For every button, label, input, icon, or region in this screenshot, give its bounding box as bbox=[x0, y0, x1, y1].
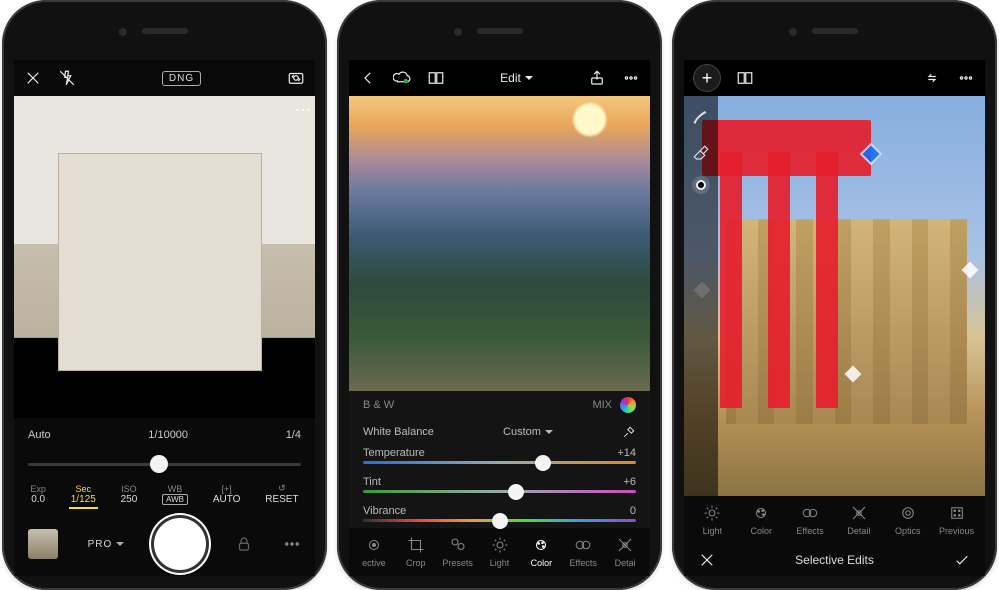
edit-topbar: Edit bbox=[349, 60, 650, 96]
control-tint: Tint+6 bbox=[349, 470, 650, 490]
tool-presets[interactable]: Presets bbox=[437, 533, 479, 570]
camera-topbar: DNG bbox=[14, 60, 315, 96]
mask-overlay-toggle-icon[interactable] bbox=[696, 180, 706, 190]
lock-icon[interactable] bbox=[235, 535, 253, 553]
param-iso[interactable]: ISO250 bbox=[119, 480, 140, 509]
param-[interactable]: [+]AUTO bbox=[211, 480, 243, 509]
white-balance-row: White Balance Custom bbox=[349, 419, 650, 441]
tab-mix[interactable]: MIX bbox=[592, 399, 612, 411]
slider-vibrance[interactable] bbox=[349, 519, 650, 528]
param-exp[interactable]: Exp0.0 bbox=[28, 480, 48, 509]
color-subtabs: B & W MIX bbox=[349, 391, 650, 419]
tool-color[interactable]: Color bbox=[737, 501, 786, 538]
param-sec[interactable]: Sec1/125 bbox=[69, 480, 98, 509]
undo-redo-icon[interactable] bbox=[923, 69, 941, 87]
brush-icon[interactable] bbox=[692, 108, 710, 126]
flash-off-icon[interactable] bbox=[58, 69, 76, 87]
selective-icon bbox=[364, 535, 384, 555]
effects-icon bbox=[800, 503, 820, 523]
selective-title: Selective Edits bbox=[795, 553, 874, 567]
tool-effects[interactable]: Effects bbox=[562, 533, 604, 570]
eyedropper-icon[interactable] bbox=[622, 425, 636, 439]
brush-sidepanel bbox=[684, 96, 718, 496]
exposure-readout: Auto 1/10000 1/4 bbox=[14, 418, 315, 452]
detail-icon bbox=[849, 503, 869, 523]
brush-mask-overlay bbox=[816, 152, 838, 408]
share-icon[interactable] bbox=[588, 69, 606, 87]
cloud-sync-icon[interactable] bbox=[393, 69, 411, 87]
shutter-readout: 1/10000 bbox=[148, 429, 188, 441]
slider-tint[interactable] bbox=[349, 490, 650, 499]
wb-label: White Balance bbox=[363, 426, 434, 438]
confirm-icon[interactable] bbox=[953, 551, 971, 569]
auto-label[interactable]: Auto bbox=[28, 429, 51, 441]
tool-color[interactable]: Color bbox=[520, 533, 562, 570]
selective-toolbar: LightColorEffectsDetailOpticsPrevious bbox=[684, 496, 985, 544]
color-icon bbox=[531, 535, 551, 555]
tool-light[interactable]: Light bbox=[688, 501, 737, 538]
param-[interactable]: ↺RESET bbox=[263, 479, 300, 509]
wb-value-dropdown[interactable]: Custom bbox=[503, 426, 553, 438]
crop-icon bbox=[406, 535, 426, 555]
eraser-icon[interactable] bbox=[692, 144, 710, 162]
compare-icon[interactable] bbox=[736, 69, 754, 87]
tool-selective[interactable]: ective bbox=[353, 533, 395, 570]
tool-optics[interactable]: Optics bbox=[883, 501, 932, 538]
edit-preview[interactable] bbox=[349, 96, 650, 391]
phone-edit-color: Edit B & W MIX White Balance Custom bbox=[337, 0, 662, 590]
slider-temperature[interactable] bbox=[349, 461, 650, 470]
edit-toolbar: ectiveCropPresetsLightColorEffectsDetai bbox=[349, 528, 650, 576]
param-wb[interactable]: WBAWB bbox=[160, 480, 190, 509]
optics-icon bbox=[898, 503, 918, 523]
viewfinder-more-icon[interactable]: ⋮ bbox=[297, 102, 307, 116]
format-badge[interactable]: DNG bbox=[162, 71, 201, 86]
mode-selector[interactable]: PRO bbox=[88, 539, 125, 550]
tool-previous[interactable]: Previous bbox=[932, 501, 981, 538]
shutter-button[interactable] bbox=[154, 518, 206, 570]
selective-bottombar: Selective Edits bbox=[684, 544, 985, 576]
add-selection-button[interactable]: + bbox=[694, 65, 720, 91]
camera-bottombar: PRO bbox=[14, 512, 315, 576]
more-icon[interactable] bbox=[622, 69, 640, 87]
compare-icon[interactable] bbox=[427, 69, 445, 87]
close-icon[interactable] bbox=[698, 551, 716, 569]
phone-selective-edits: + bbox=[672, 0, 997, 590]
brush-mask-overlay bbox=[720, 152, 742, 408]
presets-icon bbox=[448, 535, 468, 555]
more-icon[interactable] bbox=[957, 69, 975, 87]
tool-effects[interactable]: Effects bbox=[786, 501, 835, 538]
tool-detail[interactable]: Detai bbox=[604, 533, 646, 570]
tab-bw[interactable]: B & W bbox=[363, 399, 394, 411]
tool-light[interactable]: Light bbox=[479, 533, 521, 570]
edit-mode-dropdown[interactable]: Edit bbox=[500, 71, 533, 85]
effects-icon bbox=[573, 535, 593, 555]
phone-camera: DNG SiΦRos¢ ⋮ Auto 1/10000 1/4 Exp0.0 Sec… bbox=[2, 0, 327, 590]
color-wheel-icon[interactable] bbox=[620, 397, 636, 413]
light-icon bbox=[702, 503, 722, 523]
color-icon bbox=[751, 503, 771, 523]
camera-viewfinder[interactable]: SiΦRos¢ ⋮ bbox=[14, 96, 315, 418]
more-icon[interactable] bbox=[283, 535, 301, 553]
control-temperature: Temperature+14 bbox=[349, 441, 650, 461]
last-photo-thumb[interactable] bbox=[28, 529, 58, 559]
switch-camera-icon[interactable] bbox=[287, 69, 305, 87]
tool-crop[interactable]: Crop bbox=[395, 533, 437, 570]
close-icon[interactable] bbox=[24, 69, 42, 87]
back-icon[interactable] bbox=[359, 69, 377, 87]
tool-detail[interactable]: Detail bbox=[834, 501, 883, 538]
selective-topbar: + bbox=[684, 60, 985, 96]
detail-icon bbox=[615, 535, 635, 555]
camera-params-row: Exp0.0 Sec1/125 ISO250 WBAWB [+]AUTO ↺RESET bbox=[14, 476, 315, 512]
brush-mask-overlay bbox=[768, 152, 790, 408]
light-icon bbox=[490, 535, 510, 555]
selective-preview[interactable] bbox=[684, 96, 985, 496]
fraction-readout: 1/4 bbox=[286, 429, 301, 441]
previous-icon bbox=[947, 503, 967, 523]
exposure-slider[interactable] bbox=[14, 452, 315, 476]
